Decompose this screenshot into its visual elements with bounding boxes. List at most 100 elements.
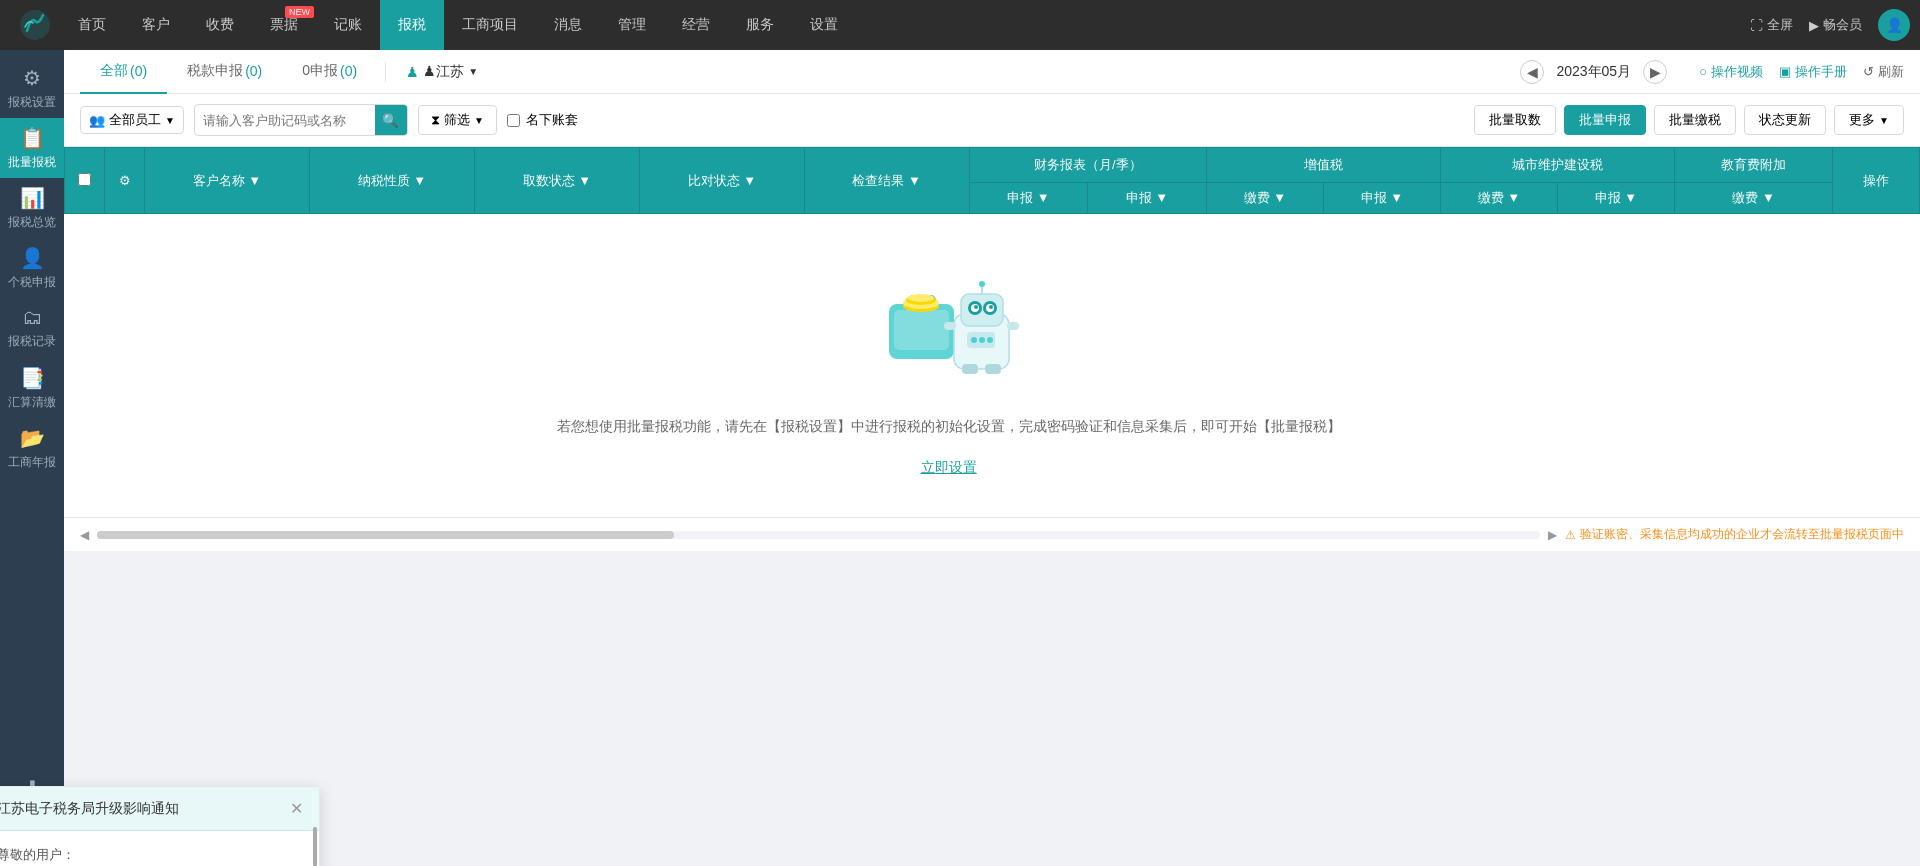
region-icon: ♟: [406, 64, 419, 80]
scroll-left-arrow[interactable]: ◀: [80, 528, 89, 542]
new-badge: NEW: [285, 6, 314, 18]
region-selector[interactable]: ♟ ♟江苏 ▼: [394, 63, 490, 81]
nav-business[interactable]: 工商项目: [444, 0, 536, 50]
th-city-declare[interactable]: 申报 ▼: [1323, 183, 1440, 214]
sidebar-item-batch-tax[interactable]: 📋 批量报税: [0, 118, 64, 178]
th-financial-declare[interactable]: 申报 ▼: [969, 183, 1088, 214]
sidebar-label-tax-settings: 报税设置: [8, 94, 56, 111]
avatar[interactable]: 👤: [1878, 9, 1910, 41]
table-header-row-1: ⚙ 客户名称 ▼ 纳税性质 ▼ 取数状态 ▼ 比对状态 ▼ 检查结果 ▼ 财务报…: [65, 148, 1920, 183]
sidebar-item-personal-tax[interactable]: 👤 个税申报: [0, 238, 64, 298]
sidebar-label-settlement: 汇算清缴: [8, 394, 56, 411]
nav-items: 首页 客户 收费 票据NEW 记账 报税 工商项目 消息 管理 经营 服务 设置: [60, 0, 1750, 50]
toolbar: 👥 全部员工 ▼ 🔍 ⧗ 筛选 ▼ 名下账套 批量取数 批量申报 批量缴税 状态…: [64, 94, 1920, 147]
more-btn[interactable]: 更多 ▼: [1834, 105, 1904, 135]
notification-header: 江苏电子税务局升级影响通知 ✕: [0, 787, 319, 831]
th-vat-declare[interactable]: 申报 ▼: [1088, 183, 1207, 214]
svg-rect-18: [944, 322, 956, 330]
th-fetch-status[interactable]: 取数状态 ▼: [474, 148, 639, 214]
nav-service[interactable]: 服务: [728, 0, 792, 50]
vip-btn[interactable]: ▶ 畅会员: [1809, 16, 1862, 34]
operation-manual-btn[interactable]: ▣ 操作手册: [1779, 63, 1847, 81]
video-icon: ○: [1699, 64, 1707, 79]
sidebar-item-tax-records[interactable]: 🗂 报税记录: [0, 298, 64, 358]
setup-link[interactable]: 立即设置: [921, 459, 977, 477]
warning-icon: ⚠: [1565, 528, 1576, 542]
notification-close-btn[interactable]: ✕: [290, 799, 303, 818]
nav-manage[interactable]: 管理: [600, 0, 664, 50]
refresh-btn[interactable]: ↺ 刷新: [1863, 63, 1904, 81]
notification-title: 江苏电子税务局升级影响通知: [0, 800, 179, 818]
nav-settings[interactable]: 设置: [792, 0, 856, 50]
batch-declare-btn[interactable]: 批量申报: [1564, 105, 1646, 135]
tab-zero-declaration[interactable]: 0申报 (0): [282, 50, 377, 94]
chevron-down-icon: ▼: [165, 115, 175, 126]
svg-point-25: [987, 337, 993, 343]
under-account-checkbox[interactable]: 名下账套: [507, 111, 578, 129]
under-account-checkbox-input[interactable]: [507, 114, 520, 127]
sidebar: ⚙ 报税设置 📋 批量报税 📊 报税总览 👤 个税申报 🗂 报税记录 📑 汇算清…: [0, 50, 64, 866]
sidebar-item-settlement[interactable]: 📑 汇算清缴: [0, 358, 64, 418]
svg-point-24: [979, 337, 985, 343]
th-vat: 增值税: [1206, 148, 1440, 183]
sidebar-label-annual-report: 工商年报: [8, 454, 56, 471]
bottom-bar: ◀ ▶ ⚠ 验证账密、采集信息均成功的企业才会流转至批量报税页面中: [64, 517, 1920, 551]
filter-btn[interactable]: ⧗ 筛选 ▼: [418, 105, 497, 135]
svg-rect-19: [1007, 322, 1019, 330]
fullscreen-btn[interactable]: ⛶ 全屏: [1750, 16, 1793, 34]
nav-invoice[interactable]: 票据NEW: [252, 0, 316, 50]
horizontal-scrollbar[interactable]: [97, 531, 1540, 539]
sidebar-label-batch-tax: 批量报税: [8, 154, 56, 171]
refresh-icon: ↺: [1863, 64, 1874, 79]
th-customer-name[interactable]: 客户名称 ▼: [145, 148, 310, 214]
th-vat-pay[interactable]: 缴费 ▼: [1206, 183, 1323, 214]
tab-all[interactable]: 全部 (0): [80, 50, 167, 94]
empty-state-text: 若您想使用批量报税功能，请先在【报税设置】中进行报税的初始化设置，完成密码验证和…: [557, 414, 1341, 439]
th-city-pay[interactable]: 缴费 ▼: [1440, 183, 1557, 214]
th-tax-nature[interactable]: 纳税性质 ▼: [309, 148, 474, 214]
tax-overview-icon: 📊: [20, 186, 45, 210]
batch-pay-btn[interactable]: 批量缴税: [1654, 105, 1736, 135]
th-check-result[interactable]: 检查结果 ▼: [804, 148, 969, 214]
tax-settings-icon: ⚙: [23, 66, 41, 90]
th-operation: 操作: [1833, 148, 1920, 214]
table-wrap: ⚙ 客户名称 ▼ 纳税性质 ▼ 取数状态 ▼ 比对状态 ▼ 检查结果 ▼ 财务报…: [64, 147, 1920, 517]
nav-customer[interactable]: 客户: [124, 0, 188, 50]
svg-rect-21: [985, 364, 1001, 374]
nav-tax[interactable]: 报税: [380, 0, 444, 50]
nav-home[interactable]: 首页: [60, 0, 124, 50]
nav-charge[interactable]: 收费: [188, 0, 252, 50]
sidebar-item-tax-settings[interactable]: ⚙ 报税设置: [0, 58, 64, 118]
notification-scrollbar[interactable]: [313, 827, 317, 866]
batch-tax-icon: 📋: [20, 126, 45, 150]
sidebar-label-tax-overview: 报税总览: [8, 214, 56, 231]
prev-month-btn[interactable]: ◀: [1520, 60, 1544, 84]
svg-point-23: [971, 337, 977, 343]
scrollbar-thumb: [313, 827, 317, 866]
tab-declaration[interactable]: 税款申报 (0): [167, 50, 282, 94]
select-all-checkbox[interactable]: [78, 173, 91, 186]
tab-bar: 全部 (0) 税款申报 (0) 0申报 (0) ♟ ♟江苏 ▼ ◀ 2023年0…: [64, 50, 1920, 94]
chevron-down-icon: ▼: [468, 66, 478, 77]
sidebar-label-personal-tax: 个税申报: [8, 274, 56, 291]
th-edu-pay[interactable]: 缴费 ▼: [1674, 183, 1833, 214]
nav-message[interactable]: 消息: [536, 0, 600, 50]
next-month-btn[interactable]: ▶: [1643, 60, 1667, 84]
nav-operation[interactable]: 经营: [664, 0, 728, 50]
search-wrap: 🔍: [194, 104, 408, 136]
sidebar-item-tax-overview[interactable]: 📊 报税总览: [0, 178, 64, 238]
status-update-btn[interactable]: 状态更新: [1744, 105, 1826, 135]
search-button[interactable]: 🔍: [375, 105, 407, 135]
th-compare-status[interactable]: 比对状态 ▼: [639, 148, 804, 214]
th-edu-declare[interactable]: 申报 ▼: [1557, 183, 1674, 214]
sidebar-item-annual-report[interactable]: 📂 工商年报: [0, 418, 64, 478]
batch-fetch-btn[interactable]: 批量取数: [1474, 105, 1556, 135]
employee-select[interactable]: 👥 全部员工 ▼: [80, 106, 184, 134]
scroll-right-arrow[interactable]: ▶: [1548, 528, 1557, 542]
svg-rect-20: [962, 364, 978, 374]
nav-bookkeeping[interactable]: 记账: [316, 0, 380, 50]
top-navigation: 首页 客户 收费 票据NEW 记账 报税 工商项目 消息 管理 经营 服务 设置…: [0, 0, 1920, 50]
logo[interactable]: [10, 0, 60, 50]
search-input[interactable]: [195, 108, 375, 133]
operation-video-btn[interactable]: ○ 操作视频: [1699, 63, 1763, 81]
